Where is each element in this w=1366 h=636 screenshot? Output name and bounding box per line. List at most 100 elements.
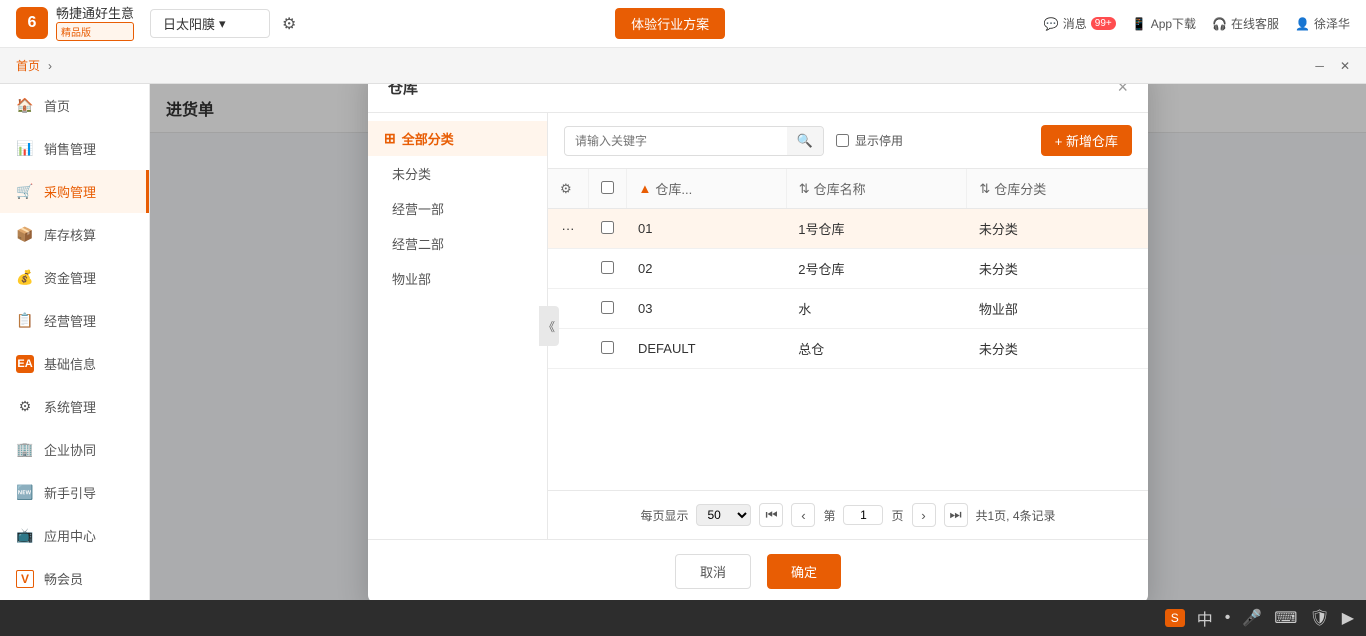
sidebar-item-enterprise[interactable]: 🏢 企业协同 — [0, 428, 149, 471]
grid-icon: ⊞ — [384, 130, 396, 147]
sidebar-label-enterprise: 企业协同 — [44, 440, 96, 459]
category-item-ops2[interactable]: 经营二部 — [368, 226, 547, 261]
warehouse-table: ⚙ ▲ 仓库... — [548, 169, 1148, 369]
headset-icon: 🎧 — [1212, 17, 1227, 31]
confirm-button[interactable]: 确定 — [767, 554, 841, 589]
select-all-checkbox[interactable] — [601, 181, 614, 194]
search-box: 🔍 — [564, 126, 824, 156]
table-row[interactable]: ··· 01 1号仓库 未分类 — [548, 209, 1148, 249]
cancel-button[interactable]: 取消 — [675, 554, 751, 589]
sort-name-icon: ⇅ — [799, 181, 810, 197]
page-size-select[interactable]: 50 100 200 — [696, 504, 751, 526]
table-container: ⚙ ▲ 仓库... — [548, 169, 1148, 490]
next-page-btn[interactable]: › — [912, 503, 936, 527]
sidebar-label-guide: 新手引导 — [44, 483, 96, 502]
row-name: 水 — [786, 289, 967, 329]
shield-icon[interactable]: 🛡 — [1309, 608, 1329, 628]
sidebar-label-member: 畅会员 — [44, 569, 83, 588]
modal-body: ⊞ 全部分类 未分类 经营一部 经营二部 物业部 《 🔍 — [368, 113, 1148, 539]
col-code-label: 仓库... — [655, 179, 692, 198]
row-checkbox[interactable] — [601, 221, 614, 234]
online-service-btn[interactable]: 🎧 在线客服 — [1212, 15, 1279, 32]
show-disabled-checkbox[interactable]: 显示停用 — [836, 132, 903, 149]
try-industry-button[interactable]: 体验行业方案 — [615, 8, 725, 39]
message-icon: 💬 — [1044, 17, 1059, 31]
last-page-btn[interactable]: ⏭ — [944, 503, 968, 527]
page-suffix: 页 — [891, 507, 903, 524]
search-icon[interactable]: 🔍 — [787, 127, 823, 155]
member-icon: V — [16, 570, 34, 588]
page-label: 第 — [823, 507, 835, 524]
app-download-btn[interactable]: 📱 App下载 — [1132, 15, 1196, 32]
mic-icon[interactable]: 🎤 — [1242, 608, 1262, 628]
row-code: 02 — [626, 249, 786, 289]
sidebar-label-apps: 应用中心 — [44, 526, 96, 545]
window-minimize-btn[interactable]: ─ — [1315, 59, 1324, 73]
sidebar-item-purchase[interactable]: 🛒 采购管理 — [0, 170, 149, 213]
category-item-property[interactable]: 物业部 — [368, 261, 547, 296]
breadcrumb-home[interactable]: 首页 — [16, 57, 40, 74]
th-gear: ⚙ — [548, 169, 588, 209]
keyboard-icon[interactable]: ⌨ — [1274, 608, 1297, 628]
logo-area: 6 畅捷通好生意 精品版 — [16, 6, 134, 42]
home-icon: 🏠 — [16, 97, 34, 115]
sidebar-item-system[interactable]: ⚙ 系统管理 — [0, 385, 149, 428]
total-info: 共1页, 4条记录 — [976, 507, 1056, 524]
user-profile-btn[interactable]: 👤 徐泽华 — [1295, 15, 1350, 32]
category-panel: ⊞ 全部分类 未分类 经营一部 经营二部 物业部 《 — [368, 113, 548, 539]
inventory-icon: 📦 — [16, 226, 34, 244]
show-disabled-toggle[interactable] — [836, 134, 849, 147]
category-all-item[interactable]: ⊞ 全部分类 — [368, 121, 547, 156]
current-page-input[interactable] — [843, 505, 883, 525]
prev-page-btn[interactable]: ‹ — [791, 503, 815, 527]
bottom-taskbar: S 中 • 🎤 ⌨ 🛡 ▶ — [0, 600, 1366, 636]
row-checkbox-cell — [588, 249, 626, 289]
row-checkbox[interactable] — [601, 301, 614, 314]
sidebar-item-sales[interactable]: 📊 销售管理 — [0, 127, 149, 170]
logo-text: 畅捷通好生意 — [56, 6, 134, 23]
mobile-icon: 📱 — [1132, 17, 1147, 31]
sidebar-item-member[interactable]: V 畅会员 — [0, 557, 149, 600]
row-category: 物业部 — [967, 289, 1148, 329]
notification-btn[interactable]: 💬 消息 99+ — [1044, 15, 1116, 32]
col-category-label: 仓库分类 — [994, 179, 1046, 198]
row-action-dots[interactable]: ··· — [562, 221, 575, 236]
collapse-category-btn[interactable]: 《 — [539, 306, 559, 346]
sort-icon: ▲ — [639, 181, 652, 196]
row-name: 1号仓库 — [786, 209, 967, 249]
window-close-btn[interactable]: ✕ — [1340, 59, 1350, 73]
table-row[interactable]: 03 水 物业部 — [548, 289, 1148, 329]
sidebar-item-apps[interactable]: 📺 应用中心 — [0, 514, 149, 557]
logo-icon: 6 — [16, 7, 48, 39]
first-page-btn[interactable]: ⏮ — [759, 503, 783, 527]
enterprise-icon: 🏢 — [16, 441, 34, 459]
row-category: 未分类 — [967, 329, 1148, 369]
row-name: 总仓 — [786, 329, 967, 369]
modal-footer: 取消 确定 — [368, 539, 1148, 603]
sidebar-item-home[interactable]: 🏠 首页 — [0, 84, 149, 127]
chinese-input-icon[interactable]: 中 — [1197, 606, 1213, 630]
sidebar-item-inventory[interactable]: 📦 库存核算 — [0, 213, 149, 256]
modal-close-button[interactable]: × — [1117, 84, 1128, 98]
store-selector[interactable]: 日太阳膜 ▾ — [150, 9, 270, 38]
sidebar-item-finance[interactable]: 💰 资金管理 — [0, 256, 149, 299]
row-checkbox[interactable] — [601, 261, 614, 274]
category-item-ops1[interactable]: 经营一部 — [368, 191, 547, 226]
sidebar-item-basic[interactable]: EA 基础信息 — [0, 342, 149, 385]
s-logo-icon: S — [1165, 609, 1185, 627]
play-icon[interactable]: ▶ — [1342, 608, 1354, 628]
table-panel: 🔍 显示停用 + 新增仓库 ⚙ — [548, 113, 1148, 539]
sidebar: 🏠 首页 📊 销售管理 🛒 采购管理 📦 库存核算 💰 资金管理 📋 经营管理 … — [0, 84, 150, 636]
table-row[interactable]: 02 2号仓库 未分类 — [548, 249, 1148, 289]
sidebar-item-operations[interactable]: 📋 经营管理 — [0, 299, 149, 342]
table-row[interactable]: DEFAULT 总仓 未分类 — [548, 329, 1148, 369]
settings-icon[interactable]: ⚙ — [282, 14, 296, 34]
row-checkbox[interactable] — [601, 341, 614, 354]
search-input[interactable] — [565, 128, 787, 154]
category-item-unclassified[interactable]: 未分类 — [368, 156, 547, 191]
sidebar-item-guide[interactable]: 🆕 新手引导 — [0, 471, 149, 514]
table-toolbar: 🔍 显示停用 + 新增仓库 — [548, 113, 1148, 169]
warehouse-modal: 仓库 × ⊞ 全部分类 未分类 经营一部 经营二部 物业部 《 — [368, 84, 1148, 603]
add-warehouse-button[interactable]: + 新增仓库 — [1041, 125, 1132, 156]
sidebar-label-sales: 销售管理 — [44, 139, 96, 158]
